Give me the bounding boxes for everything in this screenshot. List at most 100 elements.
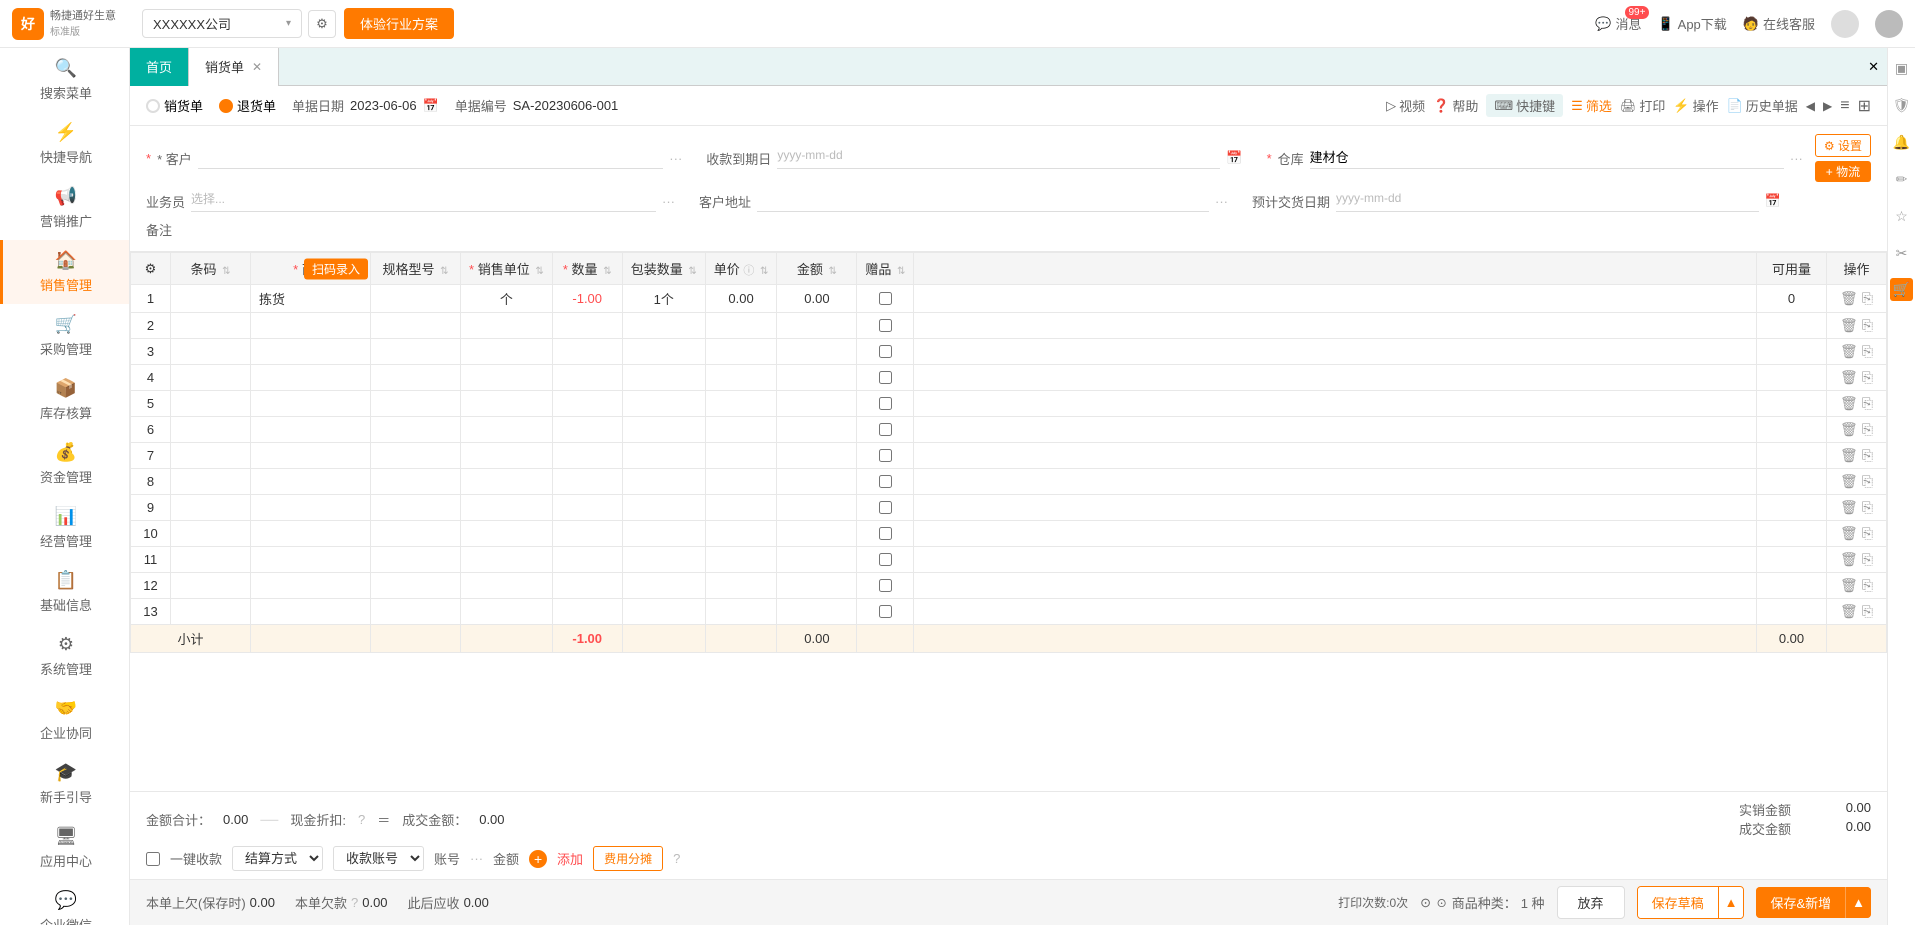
expected-date-input[interactable]: yyyy-mm-dd: [1336, 190, 1759, 212]
cell-gift-12[interactable]: [857, 599, 914, 625]
save-new-button[interactable]: 保存&新增: [1756, 887, 1845, 918]
cell-qty-1[interactable]: [552, 313, 622, 339]
add-payment-button[interactable]: +: [529, 850, 547, 868]
online-service-button[interactable]: 🧑 在线客服: [1743, 14, 1815, 33]
cell-gift-1[interactable]: [857, 313, 914, 339]
cell-pkgqty-1[interactable]: [622, 313, 705, 339]
cell-price-2[interactable]: [705, 339, 777, 365]
copy-row-11[interactable]: ⎘: [1862, 577, 1873, 594]
cell-qty-12[interactable]: [552, 599, 622, 625]
total-debt-question[interactable]: ?: [351, 895, 358, 910]
cell-barcode-11[interactable]: [171, 573, 251, 599]
th-product[interactable]: * 商品 扫码录入: [251, 253, 371, 285]
warehouse-input[interactable]: 建材仓: [1310, 147, 1784, 169]
cell-pkgqty-8[interactable]: [622, 495, 705, 521]
sidebar-item-basic[interactable]: 📋 基础信息: [0, 560, 129, 624]
th-pkgqty[interactable]: 包装数量 ⇅: [622, 253, 705, 285]
price-info-icon[interactable]: ⓘ: [743, 265, 754, 277]
discount-question-icon[interactable]: ?: [358, 812, 365, 827]
cell-barcode-9[interactable]: [171, 521, 251, 547]
save-draft-chevron[interactable]: ▲: [1718, 887, 1744, 918]
receivable-calendar-icon[interactable]: 📅: [1226, 150, 1242, 166]
delete-row-6[interactable]: 🗑: [1840, 447, 1858, 464]
tab-close-icon[interactable]: ✕: [252, 60, 262, 74]
cell-gift-7[interactable]: [857, 469, 914, 495]
gift-checkbox-12[interactable]: [879, 605, 892, 618]
cell-gift-0[interactable]: [857, 285, 914, 313]
cell-qty-11[interactable]: [552, 573, 622, 599]
help-btn[interactable]: ❓ 帮助: [1433, 96, 1478, 115]
gift-checkbox-4[interactable]: [879, 397, 892, 410]
scan-barcode-button[interactable]: 扫码录入: [304, 258, 368, 279]
gift-checkbox-6[interactable]: [879, 449, 892, 462]
cell-pkgqty-4[interactable]: [622, 391, 705, 417]
receivable-input[interactable]: yyyy-mm-dd: [777, 147, 1220, 169]
cell-unit-0[interactable]: 个: [461, 285, 553, 313]
gift-checkbox-2[interactable]: [879, 345, 892, 358]
cell-unit-3[interactable]: [461, 365, 553, 391]
cell-product-4[interactable]: [251, 391, 371, 417]
avatar2[interactable]: [1875, 10, 1903, 38]
cell-unit-5[interactable]: [461, 417, 553, 443]
salesperson-dots[interactable]: ···: [662, 194, 675, 209]
radio-sale[interactable]: 销货单: [146, 96, 203, 115]
grid-view-btn[interactable]: ⊞: [1858, 96, 1871, 116]
cell-amount-0[interactable]: 0.00: [777, 285, 857, 313]
delete-row-5[interactable]: 🗑: [1840, 421, 1858, 438]
sidebar-item-search[interactable]: 🔍 搜索菜单: [0, 48, 129, 112]
copy-row-0[interactable]: ⎘: [1862, 290, 1873, 307]
cell-unit-7[interactable]: [461, 469, 553, 495]
list-view-btn[interactable]: ≡: [1840, 97, 1849, 115]
salesperson-input[interactable]: 选择...: [191, 190, 656, 212]
payment-method-select[interactable]: 结算方式: [232, 846, 323, 871]
save-draft-button[interactable]: 保存草稿: [1638, 887, 1718, 918]
cell-pkgqty-0[interactable]: 1个: [622, 285, 705, 313]
cell-qty-10[interactable]: [552, 547, 622, 573]
cell-barcode-5[interactable]: [171, 417, 251, 443]
sidebar-item-system[interactable]: ⚙ 系统管理: [0, 624, 129, 688]
cell-pkgqty-5[interactable]: [622, 417, 705, 443]
cell-barcode-3[interactable]: [171, 365, 251, 391]
cell-price-8[interactable]: [705, 495, 777, 521]
cell-gift-6[interactable]: [857, 443, 914, 469]
copy-row-5[interactable]: ⎘: [1862, 421, 1873, 438]
delete-row-12[interactable]: 🗑: [1840, 603, 1858, 620]
cell-pkgqty-6[interactable]: [622, 443, 705, 469]
sidebar-item-quicknav[interactable]: ⚡ 快捷导航: [0, 112, 129, 176]
delete-row-11[interactable]: 🗑: [1840, 577, 1858, 594]
message-button[interactable]: 💬 消息 99+: [1595, 14, 1641, 33]
cell-spec-9[interactable]: [371, 521, 461, 547]
cell-gift-2[interactable]: [857, 339, 914, 365]
delete-row-2[interactable]: 🗑: [1840, 343, 1858, 360]
cell-pkgqty-10[interactable]: [622, 547, 705, 573]
abandon-button[interactable]: 放弃: [1557, 886, 1625, 919]
trial-button[interactable]: 体验行业方案: [344, 8, 454, 39]
cell-barcode-7[interactable]: [171, 469, 251, 495]
copy-row-10[interactable]: ⎘: [1862, 551, 1873, 568]
delete-row-4[interactable]: 🗑: [1840, 395, 1858, 412]
cell-amount-1[interactable]: [777, 313, 857, 339]
sidebar-item-guide[interactable]: 🎓 新手引导: [0, 752, 129, 816]
cell-unit-1[interactable]: [461, 313, 553, 339]
sidebar-item-purchase[interactable]: 🛒 采购管理: [0, 304, 129, 368]
cell-amount-12[interactable]: [777, 599, 857, 625]
cell-gift-5[interactable]: [857, 417, 914, 443]
th-available[interactable]: 可用量: [1757, 253, 1827, 285]
cell-pkgqty-7[interactable]: [622, 469, 705, 495]
sidebar-item-inventory[interactable]: 📦 库存核算: [0, 368, 129, 432]
tab-current[interactable]: 销货单 ✕: [189, 48, 279, 86]
cell-spec-0[interactable]: [371, 285, 461, 313]
cell-gift-4[interactable]: [857, 391, 914, 417]
app-download-button[interactable]: 📱 App下载: [1657, 14, 1726, 33]
cell-amount-10[interactable]: [777, 547, 857, 573]
copy-row-12[interactable]: ⎘: [1862, 603, 1873, 620]
th-qty[interactable]: * 数量 ⇅: [552, 253, 622, 285]
operate-btn[interactable]: ⚡ 操作: [1673, 96, 1718, 115]
th-amount[interactable]: 金额 ⇅: [777, 253, 857, 285]
th-unit[interactable]: * 销售单位 ⇅: [461, 253, 553, 285]
cell-barcode-6[interactable]: [171, 443, 251, 469]
cell-gift-10[interactable]: [857, 547, 914, 573]
copy-row-3[interactable]: ⎘: [1862, 369, 1873, 386]
cell-price-4[interactable]: [705, 391, 777, 417]
cell-unit-11[interactable]: [461, 573, 553, 599]
